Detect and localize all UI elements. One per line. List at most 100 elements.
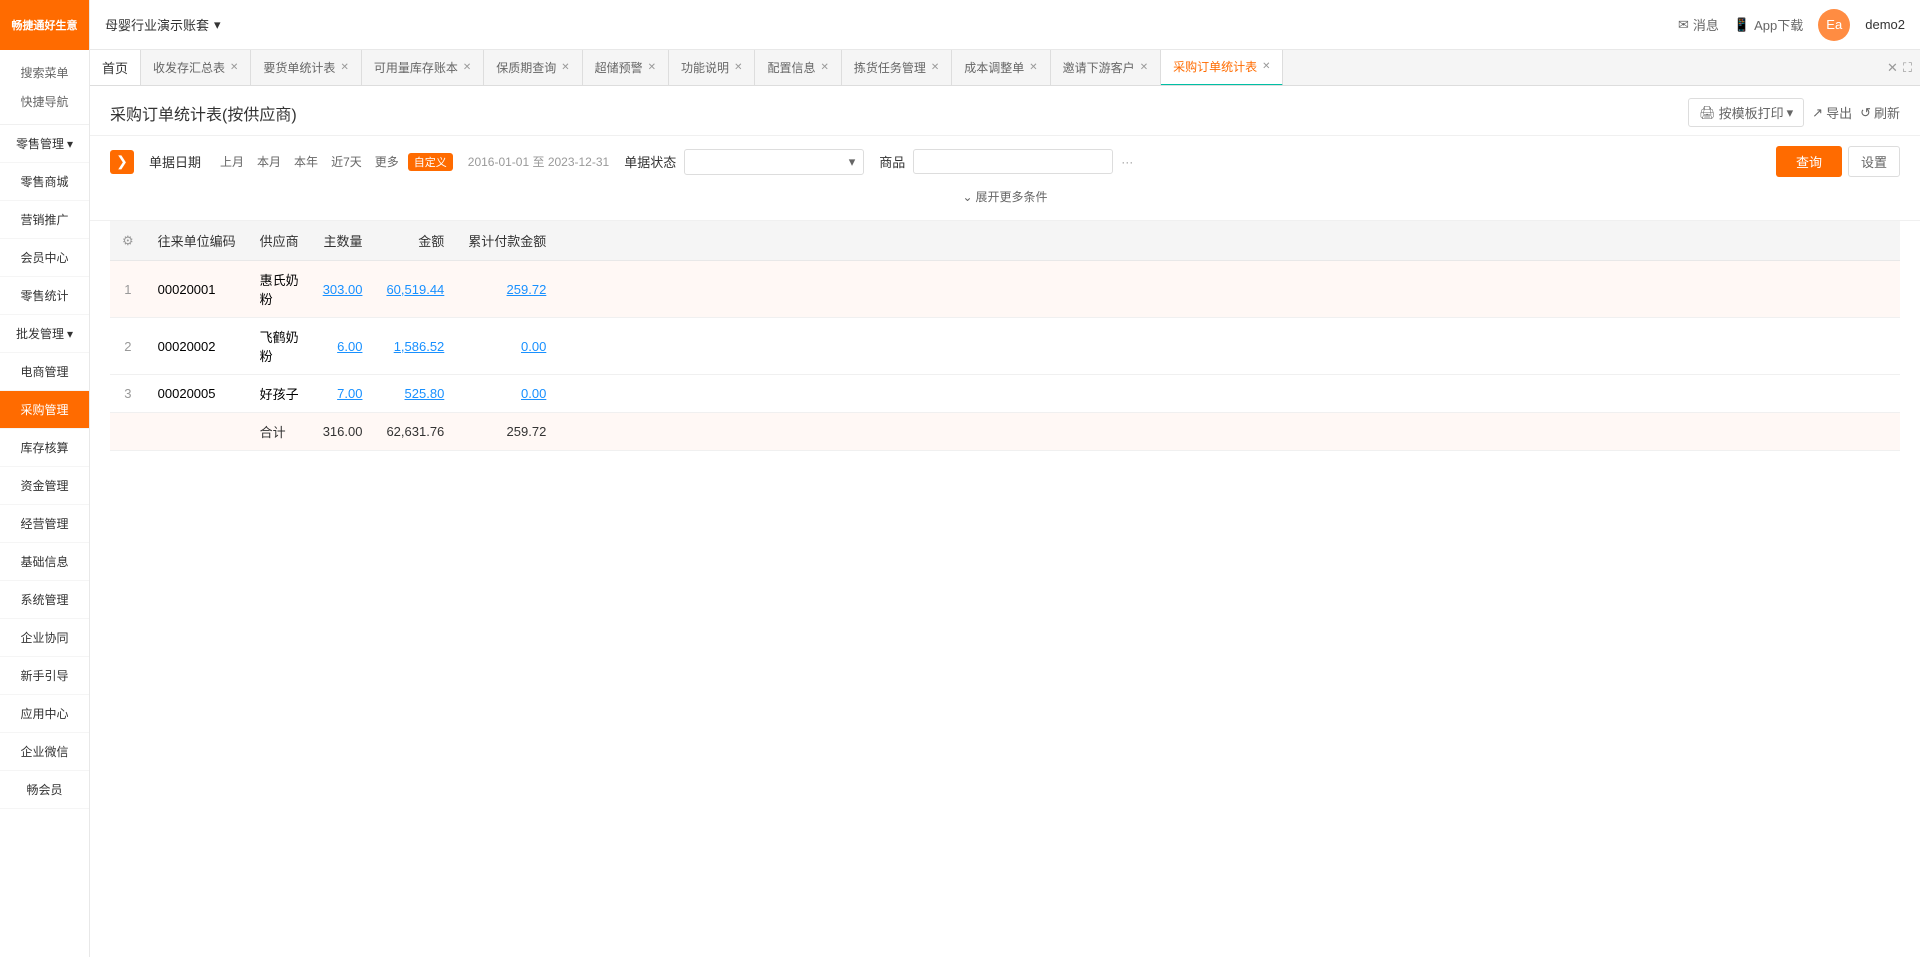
shortcut-7days[interactable]: 近7天: [327, 151, 366, 172]
filter-area: ❯ 单据日期 上月 本月 本年 近7天 更多 自定义 2016-01-01 至 …: [90, 136, 1920, 221]
more-icon[interactable]: ···: [1121, 155, 1133, 169]
close-icon[interactable]: ✕: [820, 62, 828, 73]
close-icon[interactable]: ✕: [648, 62, 656, 73]
tab-stock-summary[interactable]: 收发存汇总表 ✕: [141, 50, 251, 86]
row-extra: [558, 318, 1900, 375]
sidebar-item-retail-mall[interactable]: 零售商城: [0, 163, 89, 201]
sidebar-item-label: 企业微信: [20, 745, 68, 759]
sidebar-item-label: 应用中心: [20, 707, 68, 721]
close-icon[interactable]: ✕: [561, 62, 569, 73]
export-button[interactable]: ↗ 导出: [1812, 103, 1852, 122]
sidebar-item-label: 资金管理: [20, 479, 68, 493]
sidebar-item-collab[interactable]: 企业协同: [0, 619, 89, 657]
settings-button[interactable]: 设置: [1848, 146, 1900, 177]
shortcut-this-year[interactable]: 本年: [290, 151, 322, 172]
app-download-action[interactable]: 📱 App下载: [1734, 15, 1803, 34]
sidebar-item-basic-info[interactable]: 基础信息: [0, 543, 89, 581]
close-icon[interactable]: ✕: [340, 62, 348, 73]
sidebar-item-retail-stats[interactable]: 零售统计: [0, 277, 89, 315]
tab-overstock-warning[interactable]: 超储预警 ✕: [583, 50, 669, 86]
goods-input[interactable]: [913, 149, 1113, 174]
row-amount[interactable]: 60,519.44: [374, 261, 456, 318]
row-amount[interactable]: 525.80: [374, 375, 456, 413]
tab-home[interactable]: 首页: [90, 50, 141, 86]
row-paid[interactable]: 0.00: [456, 375, 558, 413]
close-icon[interactable]: ✕: [463, 62, 471, 73]
tab-config-info[interactable]: 配置信息 ✕: [755, 50, 841, 86]
refresh-button[interactable]: ↺ 刷新: [1860, 103, 1900, 122]
chevron-down-icon: ▾: [67, 137, 73, 151]
query-button[interactable]: 查询: [1776, 146, 1842, 177]
sidebar-item-label: 新手引导: [20, 669, 68, 683]
close-icon[interactable]: ✕: [734, 62, 742, 73]
table-row: 2 00020002 飞鹤奶粉 6.00 1,586.52 0.00: [110, 318, 1900, 375]
row-qty[interactable]: 6.00: [311, 318, 375, 375]
tab-bar-actions: ✕ ⛶: [1879, 60, 1920, 76]
tab-available-stock[interactable]: 可用量库存账本 ✕: [362, 50, 484, 86]
sidebar-item-app-center[interactable]: 应用中心: [0, 695, 89, 733]
status-select[interactable]: ▾: [684, 149, 864, 175]
sidebar-item-newbie[interactable]: 新手引导: [0, 657, 89, 695]
row-qty[interactable]: 303.00: [311, 261, 375, 318]
avatar[interactable]: Ea: [1818, 9, 1850, 41]
sidebar-item-system[interactable]: 系统管理: [0, 581, 89, 619]
message-action[interactable]: ✉ 消息: [1678, 15, 1719, 34]
footer-extra: [558, 413, 1900, 451]
maximize-icon[interactable]: ⛶: [1903, 60, 1912, 76]
tab-bar: 首页 收发存汇总表 ✕ 要货单统计表 ✕ 可用量库存账本 ✕ 保质期查询 ✕ 超…: [90, 50, 1920, 86]
row-extra: [558, 375, 1900, 413]
sidebar-item-label: 经营管理: [20, 517, 68, 531]
tab-invite-downstream[interactable]: 邀请下游客户 ✕: [1051, 50, 1161, 86]
quick-nav-item[interactable]: 快捷导航: [5, 87, 84, 116]
row-paid[interactable]: 259.72: [456, 261, 558, 318]
expand-button[interactable]: ⌄ 展开更多条件: [110, 183, 1900, 210]
app-logo: 畅捷通好生意: [0, 0, 89, 50]
sidebar-item-purchase[interactable]: 采购管理: [0, 391, 89, 429]
sidebar-item-finance[interactable]: 资金管理: [0, 467, 89, 505]
sidebar-item-wechat[interactable]: 企业微信: [0, 733, 89, 771]
sidebar-item-ecommerce[interactable]: 电商管理: [0, 353, 89, 391]
row-paid[interactable]: 0.00: [456, 318, 558, 375]
row-code: 00020001: [146, 261, 248, 318]
close-icon[interactable]: ✕: [931, 62, 939, 73]
row-qty[interactable]: 7.00: [311, 375, 375, 413]
search-menu-item[interactable]: 搜索菜单: [5, 58, 84, 87]
tab-purchase-order-stats[interactable]: 采购订单统计表 ✕: [1161, 50, 1283, 86]
col-settings[interactable]: ⚙: [110, 221, 146, 261]
sidebar-item-operations[interactable]: 经营管理: [0, 505, 89, 543]
footer-label: 合计: [248, 413, 311, 451]
close-all-icon[interactable]: ✕: [1887, 60, 1898, 76]
close-icon[interactable]: ✕: [1140, 62, 1148, 73]
sidebar-item-wholesale[interactable]: 批发管理 ▾: [0, 315, 89, 353]
tab-cost-adj[interactable]: 成本调整单 ✕: [952, 50, 1050, 86]
row-supplier: 惠氏奶粉: [248, 261, 311, 318]
tab-label: 采购订单统计表: [1173, 58, 1257, 75]
tab-order-stats[interactable]: 要货单统计表 ✕: [251, 50, 361, 86]
page-content: 采购订单统计表(按供应商) 🖨 按模板打印 ▾ ↗ 导出 ↺ 刷新: [90, 86, 1920, 957]
print-button[interactable]: 🖨 按模板打印 ▾: [1688, 98, 1804, 127]
sidebar-item-retail-mgmt[interactable]: 零售管理 ▾: [0, 125, 89, 163]
shortcut-last-month[interactable]: 上月: [216, 151, 248, 172]
col-paid-header: 累计付款金额: [456, 221, 558, 261]
sidebar-item-inventory[interactable]: 库存核算: [0, 429, 89, 467]
sidebar-item-marketing[interactable]: 营销推广: [0, 201, 89, 239]
tab-expiry-query[interactable]: 保质期查询 ✕: [484, 50, 582, 86]
sidebar-item-member[interactable]: 会员中心: [0, 239, 89, 277]
page-actions: 🖨 按模板打印 ▾ ↗ 导出 ↺ 刷新: [1688, 98, 1900, 127]
close-icon[interactable]: ✕: [1029, 62, 1037, 73]
row-index: 1: [110, 261, 146, 318]
workspace-selector[interactable]: 母婴行业演示账套 ▾: [105, 15, 221, 34]
top-header: 母婴行业演示账套 ▾ ✉ 消息 📱 App下载 Ea demo2: [90, 0, 1920, 50]
tab-pick-task[interactable]: 拣货任务管理 ✕: [842, 50, 952, 86]
sidebar-item-vip[interactable]: 畅会员: [0, 771, 89, 809]
export-icon: ↗: [1812, 105, 1823, 121]
filter-toggle-button[interactable]: ❯: [110, 150, 134, 174]
shortcut-more[interactable]: 更多: [371, 151, 403, 172]
close-icon[interactable]: ✕: [1262, 61, 1270, 72]
avatar-text: Ea: [1826, 17, 1842, 32]
row-amount[interactable]: 1,586.52: [374, 318, 456, 375]
shortcut-this-month[interactable]: 本月: [253, 151, 285, 172]
close-icon[interactable]: ✕: [230, 62, 238, 73]
tab-function-desc[interactable]: 功能说明 ✕: [669, 50, 755, 86]
date-shortcuts: 上月 本月 本年 近7天 更多 自定义: [216, 151, 453, 172]
